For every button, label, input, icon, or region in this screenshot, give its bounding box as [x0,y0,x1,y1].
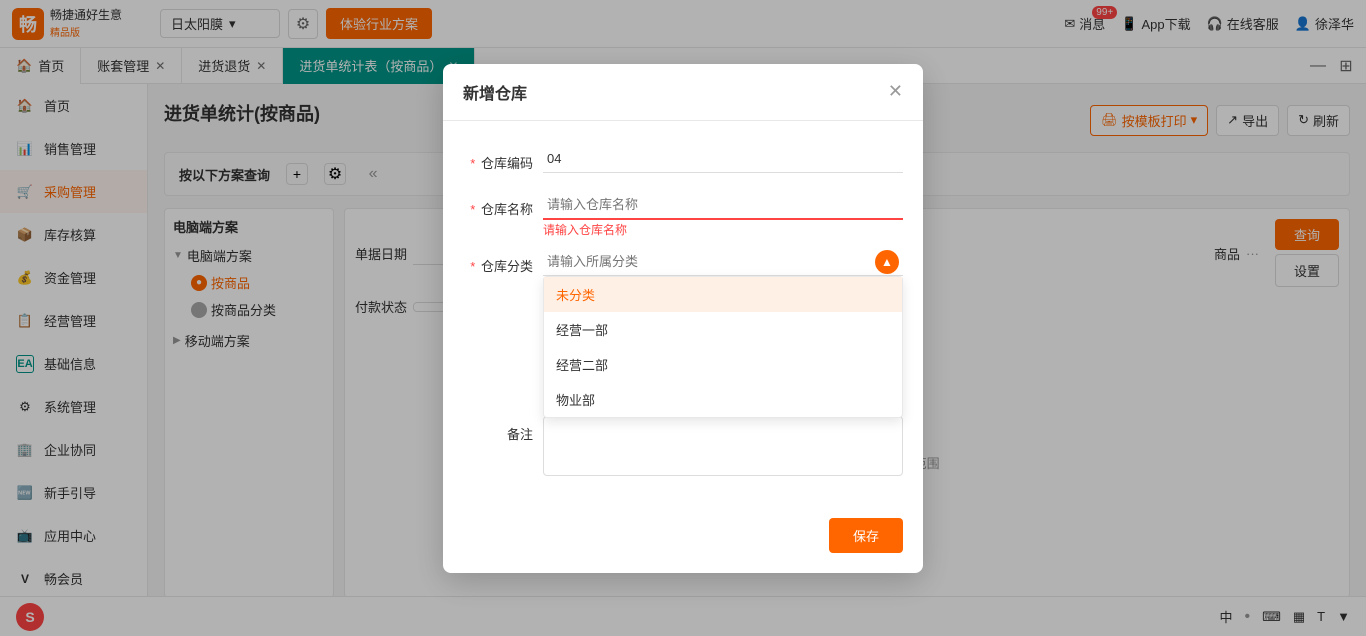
dropdown-item-1[interactable]: 经营一部 [544,312,902,347]
name-input[interactable] [543,191,903,220]
note-row: 备注 [463,416,903,476]
modal-title: 新增仓库 [463,80,527,104]
chevron-up-icon: ▲ [881,255,893,269]
dropdown-item-2[interactable]: 经营二部 [544,347,902,382]
code-input[interactable] [543,145,903,173]
name-label: * 仓库名称 [463,191,543,218]
note-label: 备注 [463,416,543,443]
name-error-msg: 请输入仓库名称 [543,221,627,238]
modal-body: * 仓库编码 * 仓库名称 请输入仓库名称 * [443,121,923,518]
modal-header: 新增仓库 ✕ [443,64,923,121]
dropdown-item-0[interactable]: 未分类 [544,277,902,312]
save-button[interactable]: 保存 [829,518,903,553]
name-row: * 仓库名称 请输入仓库名称 [463,191,903,220]
category-arrow-button[interactable]: ▲ [875,250,899,274]
new-warehouse-modal: 新增仓库 ✕ * 仓库编码 * 仓库名称 请输入仓库名称 [443,64,923,573]
code-row: * 仓库编码 [463,145,903,173]
category-dropdown: 未分类 经营一部 经营二部 物业部 [543,276,903,418]
required-star: * [470,156,475,171]
modal-close-button[interactable]: ✕ [888,81,903,102]
modal-footer: 保存 [443,518,923,573]
note-input[interactable] [543,416,903,476]
required-star2: * [470,202,475,217]
required-star3: * [470,259,475,274]
code-label: * 仓库编码 [463,145,543,172]
modal-overlay: 新增仓库 ✕ * 仓库编码 * 仓库名称 请输入仓库名称 [0,0,1366,636]
category-input[interactable] [543,248,903,276]
dropdown-item-3[interactable]: 物业部 [544,382,902,417]
category-select-wrapper: ▲ 未分类 经营一部 经营二部 物业部 [543,248,903,276]
category-row: * 仓库分类 ▲ 未分类 经营一部 经营二部 物业部 [463,248,903,276]
category-label: * 仓库分类 [463,248,543,275]
